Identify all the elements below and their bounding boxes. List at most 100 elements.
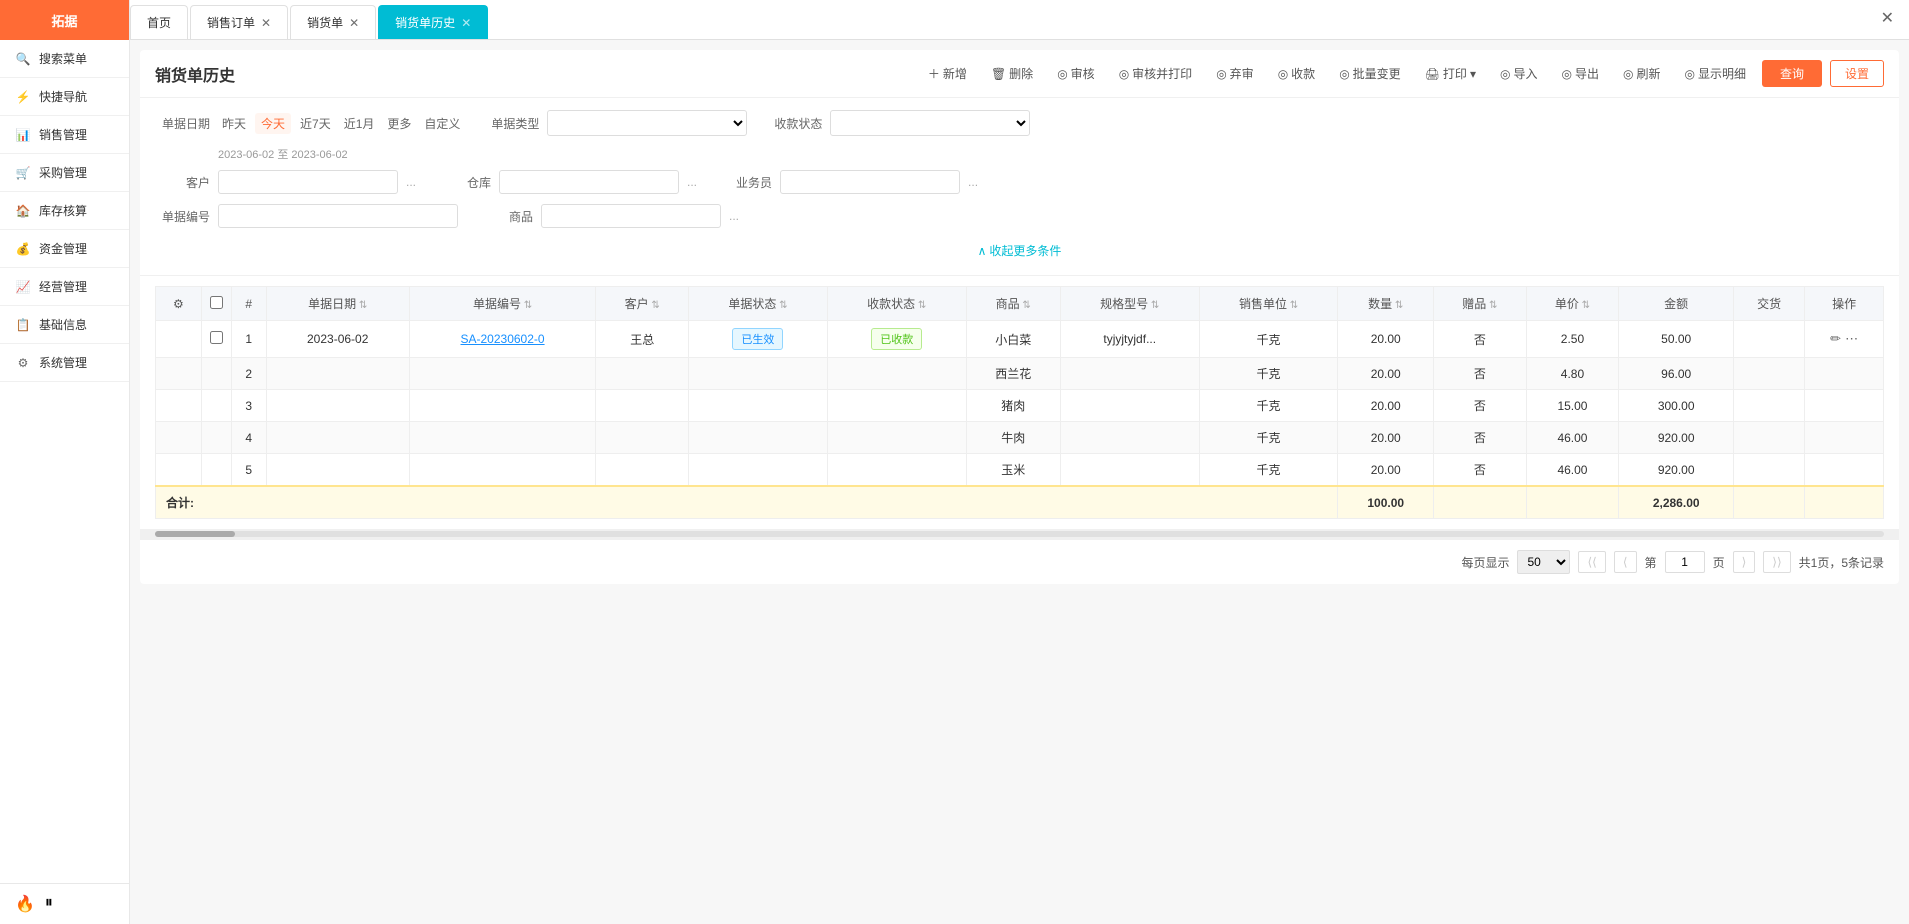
date-btn-7days[interactable]: 近7天 <box>296 113 335 134</box>
sidebar-item-search-menu[interactable]: 🔍 搜索菜单 <box>0 40 129 78</box>
tab-sales-goods[interactable]: 销货单 ✕ <box>290 5 376 39</box>
doc-no-link[interactable]: SA-20230602-0 <box>461 332 545 346</box>
col-spec[interactable]: 规格型号 <box>1060 287 1199 321</box>
review-print-button[interactable]: ◎ 审核并打印 <box>1111 61 1201 86</box>
page-input[interactable] <box>1665 551 1705 573</box>
print-chevron-icon: ▾ <box>1470 67 1476 81</box>
col-quantity[interactable]: 数量 <box>1338 287 1434 321</box>
tab-sales-history-close[interactable]: ✕ <box>461 16 471 30</box>
row-doc-no <box>409 358 596 390</box>
goods-dots[interactable]: ... <box>729 209 739 223</box>
edit-icon[interactable]: ✏ <box>1830 331 1841 347</box>
collapse-button[interactable]: ∧ 收起更多条件 <box>155 238 1884 263</box>
table-row: 2 西兰花 千克 20.00 否 4.80 96.00 <box>156 358 1884 390</box>
sidebar-item-label: 资金管理 <box>39 240 87 257</box>
col-doc-status[interactable]: 单据状态 <box>689 287 828 321</box>
doc-type-select[interactable] <box>547 110 747 136</box>
review-button[interactable]: ◎ 审核 <box>1049 61 1103 86</box>
row-action <box>1805 390 1884 422</box>
sidebar-item-sales-mgmt[interactable]: 📊 销售管理 <box>0 116 129 154</box>
date-btn-today[interactable]: 今天 <box>255 113 291 134</box>
goods-input[interactable] <box>541 204 721 228</box>
chart-icon: 📊 <box>15 127 31 143</box>
sidebar-item-basic-info[interactable]: 📋 基础信息 <box>0 306 129 344</box>
pause-icon[interactable]: ⏸ <box>45 894 53 914</box>
tab-sales-order[interactable]: 销售订单 ✕ <box>190 5 288 39</box>
sidebar-item-ops-mgmt[interactable]: 📈 经营管理 <box>0 268 129 306</box>
warehouse-input[interactable] <box>499 170 679 194</box>
delete-button[interactable]: 🗑 删除 <box>983 61 1041 86</box>
batch-change-button[interactable]: ◎ 批量变更 <box>1331 61 1409 86</box>
settings-button[interactable]: 设置 <box>1830 60 1884 87</box>
doc-no-filter-item: 单据编号 <box>155 204 458 228</box>
agent-input[interactable] <box>780 170 960 194</box>
refresh-button[interactable]: ◎ 刷新 <box>1615 61 1669 86</box>
last-page-button[interactable]: ⟩⟩ <box>1763 551 1790 573</box>
print-button[interactable]: 🖨 打印 ▾ <box>1417 61 1484 86</box>
prev-page-button[interactable]: ⟨ <box>1614 551 1637 573</box>
row-action: ✏ ⋯ <box>1805 321 1884 358</box>
first-page-button[interactable]: ⟨⟨ <box>1578 551 1605 573</box>
scroll-thumb[interactable] <box>155 531 235 537</box>
agent-dots[interactable]: ... <box>968 175 978 189</box>
tab-sales-history[interactable]: 销货单历史 ✕ <box>378 5 488 39</box>
sidebar-item-finance-mgmt[interactable]: 💰 资金管理 <box>0 230 129 268</box>
row-quantity: 20.00 <box>1338 390 1434 422</box>
abandon-button[interactable]: ◎ 弃审 <box>1208 61 1262 86</box>
warehouse-dots[interactable]: ... <box>687 175 697 189</box>
col-doc-date[interactable]: 单据日期 <box>266 287 409 321</box>
row-checkbox[interactable] <box>210 331 223 344</box>
col-doc-no[interactable]: 单据编号 <box>409 287 596 321</box>
date-btn-custom[interactable]: 自定义 <box>420 113 464 134</box>
col-sales-unit[interactable]: 销售单位 <box>1199 287 1338 321</box>
more-icon[interactable]: ⋯ <box>1845 331 1858 347</box>
row-doc-date <box>266 422 409 454</box>
per-page-select[interactable]: 50 100 200 <box>1517 550 1570 574</box>
customer-input[interactable] <box>218 170 398 194</box>
query-button[interactable]: 查询 <box>1762 60 1822 87</box>
col-goods[interactable]: 商品 <box>966 287 1060 321</box>
tab-sales-order-close[interactable]: ✕ <box>261 16 271 30</box>
row-sales-unit: 千克 <box>1199 358 1338 390</box>
new-button[interactable]: ＋ 新增 <box>920 61 975 86</box>
col-customer[interactable]: 客户 <box>596 287 689 321</box>
row-customer <box>596 454 689 487</box>
sidebar-item-quick-nav[interactable]: ⚡ 快捷导航 <box>0 78 129 116</box>
collect-button[interactable]: ◎ 收款 <box>1270 61 1324 86</box>
doc-no-input[interactable] <box>218 204 458 228</box>
date-btn-yesterday[interactable]: 昨天 <box>218 113 250 134</box>
date-btn-1month[interactable]: 近1月 <box>340 113 379 134</box>
row-transaction <box>1734 321 1805 358</box>
row-payment-status <box>827 390 966 422</box>
sidebar-item-inventory[interactable]: 🏠 库存核算 <box>0 192 129 230</box>
tab-sales-history-label: 销货单历史 <box>395 14 455 31</box>
table-settings-icon[interactable]: ⚙ <box>173 297 184 311</box>
close-all-tabs[interactable]: ✕ <box>1866 0 1909 39</box>
import-button[interactable]: ◎ 导入 <box>1492 61 1546 86</box>
tab-sales-goods-close[interactable]: ✕ <box>349 16 359 30</box>
col-settings[interactable]: ⚙ <box>156 287 202 321</box>
table-area: ⚙ # 单据日期 单据编号 客户 单据状态 收款状态 商品 规格型号 销售单位 … <box>140 286 1899 529</box>
payment-status-select[interactable] <box>830 110 1030 136</box>
horizontal-scrollbar[interactable] <box>140 529 1899 539</box>
date-filter-item: 单据日期 昨天 今天 近7天 近1月 更多 自定义 <box>155 113 464 134</box>
select-all-checkbox[interactable] <box>210 296 223 309</box>
next-page-button[interactable]: ⟩ <box>1733 551 1756 573</box>
sidebar-item-sys-mgmt[interactable]: ⚙ 系统管理 <box>0 344 129 382</box>
col-unit-price[interactable]: 单价 <box>1526 287 1619 321</box>
collapse-label: 收起更多条件 <box>989 242 1061 259</box>
row-spec: tyjyjtyjdf... <box>1060 321 1199 358</box>
scroll-track[interactable] <box>155 531 1884 537</box>
customer-dots[interactable]: ... <box>406 175 416 189</box>
fire-icon[interactable]: 🔥 <box>15 894 35 914</box>
row-spec <box>1060 390 1199 422</box>
export-button[interactable]: ◎ 导出 <box>1553 61 1607 86</box>
sidebar-item-label: 快捷导航 <box>39 88 87 105</box>
show-detail-button[interactable]: ◎ 显示明细 <box>1676 61 1754 86</box>
col-gift[interactable]: 赠品 <box>1434 287 1527 321</box>
col-amount: 金额 <box>1619 287 1734 321</box>
tab-home[interactable]: 首页 <box>130 5 188 39</box>
col-payment-status[interactable]: 收款状态 <box>827 287 966 321</box>
sidebar-item-purchase-mgmt[interactable]: 🛒 采购管理 <box>0 154 129 192</box>
date-btn-more[interactable]: 更多 <box>383 113 415 134</box>
